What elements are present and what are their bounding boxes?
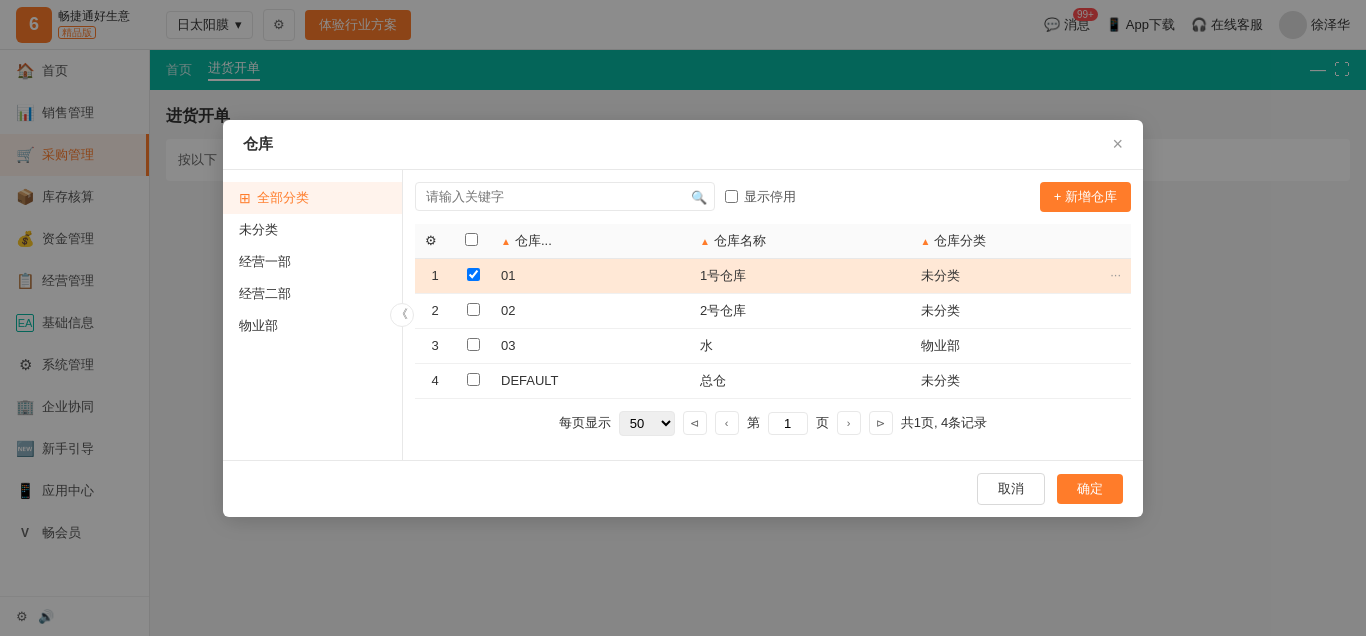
- table-row[interactable]: 4 DEFAULT 总仓 未分类: [415, 363, 1131, 398]
- table-row[interactable]: 3 03 水 物业部: [415, 328, 1131, 363]
- row-category: 物业部: [911, 328, 1131, 363]
- warehouse-modal: 仓库 × ⊞ 全部分类 未分类 经营一部 经营二部: [223, 120, 1143, 517]
- show-disabled-checkbox[interactable]: [725, 190, 738, 203]
- col-name: ▲仓库名称: [690, 224, 910, 259]
- row-code: 03: [491, 328, 690, 363]
- search-input-wrap: 🔍: [415, 182, 715, 211]
- content-panel: 🔍 显示停用 + 新增仓库 ⚙: [403, 170, 1143, 460]
- col-category: ▲仓库分类: [911, 224, 1131, 259]
- col-code: ▲仓库...: [491, 224, 690, 259]
- per-page-label: 每页显示: [559, 414, 611, 432]
- tree-collapse-button[interactable]: 《: [390, 303, 414, 327]
- page-suffix: 页: [816, 414, 829, 432]
- page-label: 第: [747, 414, 760, 432]
- warehouse-table: ⚙ ▲仓库... ▲仓库名称: [415, 224, 1131, 399]
- sort-icon-name: ▲: [700, 236, 710, 247]
- col-settings: ⚙: [415, 224, 455, 259]
- modal-header: 仓库 ×: [223, 120, 1143, 170]
- table-wrapper: ⚙ ▲仓库... ▲仓库名称: [415, 224, 1131, 399]
- tree-dept1-label: 经营一部: [239, 253, 291, 271]
- show-disabled-label: 显示停用: [744, 188, 796, 206]
- row-code: DEFAULT: [491, 363, 690, 398]
- row-name: 总仓: [690, 363, 910, 398]
- row-checkbox[interactable]: [467, 338, 480, 351]
- row-num: 4: [415, 363, 455, 398]
- row-name: 1号仓库: [690, 258, 910, 293]
- modal-footer: 取消 确定: [223, 460, 1143, 517]
- next-page-button[interactable]: ›: [837, 411, 861, 435]
- row-num: 1: [415, 258, 455, 293]
- page-number-input[interactable]: [768, 412, 808, 435]
- tree-item-dept1[interactable]: 经营一部: [223, 246, 402, 278]
- row-checkbox-cell: [455, 258, 491, 293]
- row-name: 水: [690, 328, 910, 363]
- modal-toolbar: 🔍 显示停用 + 新增仓库: [415, 182, 1131, 212]
- tree-item-dept2[interactable]: 经营二部: [223, 278, 402, 310]
- sort-icon: ▲: [501, 236, 511, 247]
- last-page-button[interactable]: ⊳: [869, 411, 893, 435]
- search-icon[interactable]: 🔍: [691, 189, 707, 204]
- tree-dept2-label: 经营二部: [239, 285, 291, 303]
- prev-page-button[interactable]: ‹: [715, 411, 739, 435]
- modal-close-button[interactable]: ×: [1112, 134, 1123, 155]
- table-row[interactable]: 1 01 1号仓库 未分类 ···: [415, 258, 1131, 293]
- table-body: 1 01 1号仓库 未分类 ··· 2 02 2号仓库 未分类 3: [415, 258, 1131, 398]
- row-name: 2号仓库: [690, 293, 910, 328]
- table-row[interactable]: 2 02 2号仓库 未分类: [415, 293, 1131, 328]
- add-warehouse-button[interactable]: + 新增仓库: [1040, 182, 1131, 212]
- row-checkbox-cell: [455, 363, 491, 398]
- more-options-icon[interactable]: ···: [1110, 267, 1121, 282]
- first-page-button[interactable]: ⊲: [683, 411, 707, 435]
- cancel-button[interactable]: 取消: [977, 473, 1045, 505]
- tree-item-all[interactable]: ⊞ 全部分类: [223, 182, 402, 214]
- row-checkbox-cell: [455, 328, 491, 363]
- row-code: 02: [491, 293, 690, 328]
- total-info: 共1页, 4条记录: [901, 414, 988, 432]
- row-code: 01: [491, 258, 690, 293]
- row-category: 未分类: [911, 363, 1131, 398]
- per-page-select[interactable]: 50 100: [619, 411, 675, 436]
- table-header: ⚙ ▲仓库... ▲仓库名称: [415, 224, 1131, 259]
- tree-item-property[interactable]: 物业部: [223, 310, 402, 342]
- select-all-checkbox[interactable]: [465, 233, 478, 246]
- confirm-button[interactable]: 确定: [1057, 474, 1123, 504]
- col-checkbox: [455, 224, 491, 259]
- modal-title: 仓库: [243, 135, 273, 154]
- row-category: 未分类 ···: [911, 258, 1131, 293]
- modal-body: ⊞ 全部分类 未分类 经营一部 经营二部 物业部 《: [223, 170, 1143, 460]
- search-input[interactable]: [415, 182, 715, 211]
- tree-uncategorized-label: 未分类: [239, 221, 278, 239]
- row-checkbox[interactable]: [467, 303, 480, 316]
- tree-property-label: 物业部: [239, 317, 278, 335]
- modal-overlay[interactable]: 仓库 × ⊞ 全部分类 未分类 经营一部 经营二部: [0, 0, 1366, 636]
- grid-icon: ⊞: [239, 190, 251, 206]
- row-checkbox-cell: [455, 293, 491, 328]
- row-category: 未分类: [911, 293, 1131, 328]
- row-num: 3: [415, 328, 455, 363]
- pagination: 每页显示 50 100 ⊲ ‹ 第 页 › ⊳ 共1页, 4条记录: [415, 399, 1131, 448]
- row-checkbox[interactable]: [467, 268, 480, 281]
- chevron-left-icon: 《: [396, 306, 408, 323]
- show-disabled-wrap: 显示停用: [725, 188, 796, 206]
- tree-panel: ⊞ 全部分类 未分类 经营一部 经营二部 物业部 《: [223, 170, 403, 460]
- tree-all-label: 全部分类: [257, 189, 309, 207]
- row-num: 2: [415, 293, 455, 328]
- tree-item-uncategorized[interactable]: 未分类: [223, 214, 402, 246]
- sort-icon-category: ▲: [921, 236, 931, 247]
- row-checkbox[interactable]: [467, 373, 480, 386]
